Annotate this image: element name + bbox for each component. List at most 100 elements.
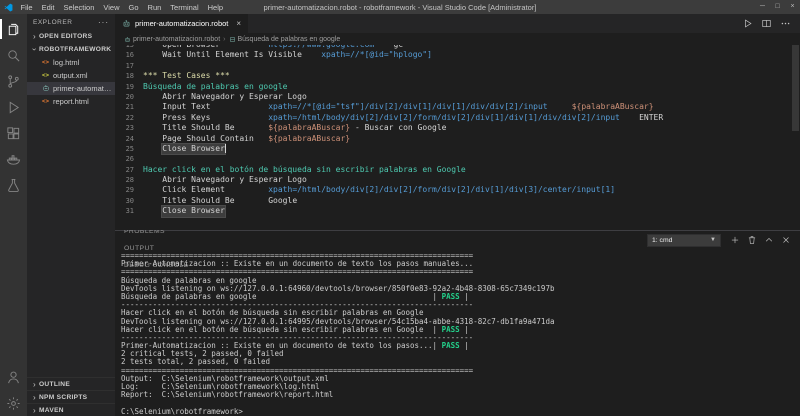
terminal-picker-select[interactable]: 1: cmd ▼ (647, 233, 721, 247)
section-outline[interactable]: › OUTLINE (27, 377, 115, 390)
open-editors-section[interactable]: › OPEN EDITORS (27, 30, 115, 43)
terminal-line: Report: C:\Selenium\robotframework\repor… (121, 390, 334, 400)
folder-section-robotframework[interactable]: › ROBOTFRAMEWORK (27, 43, 115, 56)
code-token: Input Text (143, 102, 269, 112)
file-list: <>log.html<>output.xml primer-automatizac… (27, 56, 115, 108)
code-line-31[interactable]: 31 Close Browser (115, 206, 800, 217)
close-tab-icon[interactable]: × (236, 19, 241, 28)
maximize-panel-button[interactable] (764, 235, 774, 245)
editor-tab-bar: primer-automatizacion.robot × (115, 14, 800, 33)
code-token: xpath=//*[@id="hplogo"] (321, 50, 432, 60)
code-line-17[interactable]: 17 (115, 61, 800, 71)
section-npm-scripts[interactable]: › NPM SCRIPTS (27, 390, 115, 403)
activity-run-and-debug-icon[interactable] (0, 94, 27, 120)
code-line-21[interactable]: 21 Input Text xpath=//*[@id="tsf"]/div[2… (115, 102, 800, 112)
folder-label: ROBOTFRAMEWORK (39, 46, 112, 53)
editor-column: primer-automatizacion.robot × primer-aut… (115, 14, 800, 416)
sidebar-header: EXPLORER ··· (27, 14, 115, 30)
menu-help[interactable]: Help (203, 3, 227, 12)
code-editor[interactable]: 15 Open Browser https://www.google.com g… (115, 45, 800, 230)
section-maven[interactable]: › MAVEN (27, 403, 115, 416)
code-token: xpath=/html/body/div[2]/div[2]/form/div[… (268, 112, 620, 122)
file-output.xml[interactable]: <> output.xml (27, 69, 115, 82)
code-token: Búsqueda de palabras en google (143, 81, 288, 91)
code-line-28[interactable]: 28 Abrir Navegador y Esperar Logo (115, 175, 800, 185)
menu-file[interactable]: File (16, 3, 37, 12)
code-line-19[interactable]: 19 Búsqueda de palabras en google (115, 82, 800, 92)
line-number: 27 (125, 165, 134, 174)
menu-run[interactable]: Run (143, 3, 166, 12)
split-editor-button[interactable] (761, 18, 772, 29)
code-line-29[interactable]: 29 Click Element xpath=/html/body/div[2]… (115, 185, 800, 195)
menu-view[interactable]: View (99, 3, 124, 12)
breadcrumb-separator: › (223, 35, 226, 43)
code-token: xpath=//*[@id="tsf"]/div[2]/div[1]/div[1… (268, 102, 548, 112)
html-file-icon: <> (41, 98, 50, 105)
more-actions-button[interactable] (780, 18, 791, 29)
code-line-24[interactable]: 24 Page Should Contain ${palabraABuscar} (115, 134, 800, 144)
activity-test-explorer-icon[interactable] (0, 172, 27, 198)
code-token: xpath=/html/body/div[2]/div[2]/form/div[… (268, 185, 616, 195)
code-token: ${palabraABuscar} (571, 102, 654, 112)
code-line-27[interactable]: 27 Hacer click en el botón de búsqueda si… (115, 165, 800, 175)
minimize-window-button[interactable]: ─ (755, 0, 770, 14)
breadcrumb-item-0[interactable]: primer-automatizacion.robot (124, 36, 220, 43)
file-primer-automatizacion.robot[interactable]: primer-automatizacion.robot (27, 82, 115, 95)
activity-search-icon[interactable] (0, 42, 27, 68)
chevron-down-icon: ▼ (710, 237, 716, 243)
editor-scrollbar[interactable] (791, 45, 800, 230)
workbench: EXPLORER ··· › OPEN EDITORS › ROBOTFRAME… (0, 14, 800, 416)
breadcrumb-label: primer-automatizacion.robot (133, 35, 221, 43)
new-terminal-button[interactable] (730, 235, 740, 245)
panel-actions (721, 235, 800, 245)
sidebar-title: EXPLORER (33, 18, 73, 26)
code-line-20[interactable]: 20 Abrir Navegador y Esperar Logo (115, 92, 800, 102)
code-lines: 15 Open Browser https://www.google.com g… (115, 45, 800, 217)
section-label: MAVEN (39, 406, 64, 414)
code-line-18[interactable]: 18 *** Test Cases *** (115, 71, 800, 81)
line-number: 21 (125, 103, 134, 112)
maximize-window-button[interactable]: □ (770, 0, 785, 14)
code-line-25[interactable]: 25 Close Browser (115, 143, 800, 155)
symbol-icon (229, 36, 236, 43)
code-line-30[interactable]: 30 Title Should Be Google (115, 196, 800, 206)
breadcrumb-item-1[interactable]: Búsqueda de palabras en google (229, 36, 340, 43)
code-line-23[interactable]: 23 Title Should Be ${palabraABuscar} - B… (115, 123, 800, 133)
vscode-logo-icon (0, 3, 16, 12)
bottom-panel: TERMINALPROBLEMSOUTPUTDEBUG CONSOLE 1: c… (115, 211, 800, 416)
kill-terminal-button[interactable] (747, 235, 757, 245)
close-window-button[interactable]: × (785, 0, 800, 14)
code-line-26[interactable]: 26 (115, 154, 800, 164)
title-bar: File Edit Selection View Go Run Terminal Help p… (0, 0, 800, 14)
tab-primer-automatizacion-robot[interactable]: primer-automatizacion.robot × (115, 14, 249, 33)
line-number: 30 (125, 196, 134, 205)
test-status-pass: PASS (441, 341, 460, 351)
file-log.html[interactable]: <> log.html (27, 56, 115, 69)
menu-terminal[interactable]: Terminal (166, 3, 203, 12)
activity-source-control-icon[interactable] (0, 68, 27, 94)
explorer-sidebar: EXPLORER ··· › OPEN EDITORS › ROBOTFRAME… (27, 14, 115, 416)
code-token: Click Element (143, 185, 269, 195)
scrollbar-thumb[interactable] (792, 45, 799, 131)
menu-edit[interactable]: Edit (37, 3, 59, 12)
code-line-16[interactable]: 16 Wait Until Element Is Visible xpath=/… (115, 50, 800, 60)
menu-go[interactable]: Go (124, 3, 143, 12)
activity-extensions-icon[interactable] (0, 120, 27, 146)
file-report.html[interactable]: <> report.html (27, 95, 115, 108)
code-token: Google (268, 195, 298, 205)
line-number: 24 (125, 134, 134, 143)
close-panel-button[interactable] (781, 235, 791, 245)
terminal-output[interactable]: ========================================… (115, 249, 800, 416)
file-name: primer-automatizacion.robot (53, 84, 113, 93)
activity-account-icon[interactable] (0, 364, 27, 390)
code-line-22[interactable]: 22 Press Keys xpath=/html/body/div[2]/di… (115, 113, 800, 123)
activity-docker-icon[interactable] (0, 146, 27, 172)
activity-explorer-icon[interactable] (0, 16, 27, 42)
activity-bar-spacer (0, 198, 27, 364)
run-button[interactable] (742, 18, 753, 29)
sidebar-more-actions-button[interactable]: ··· (98, 18, 109, 27)
menu-selection[interactable]: Selection (59, 3, 99, 12)
activity-settings-icon[interactable] (0, 390, 27, 416)
